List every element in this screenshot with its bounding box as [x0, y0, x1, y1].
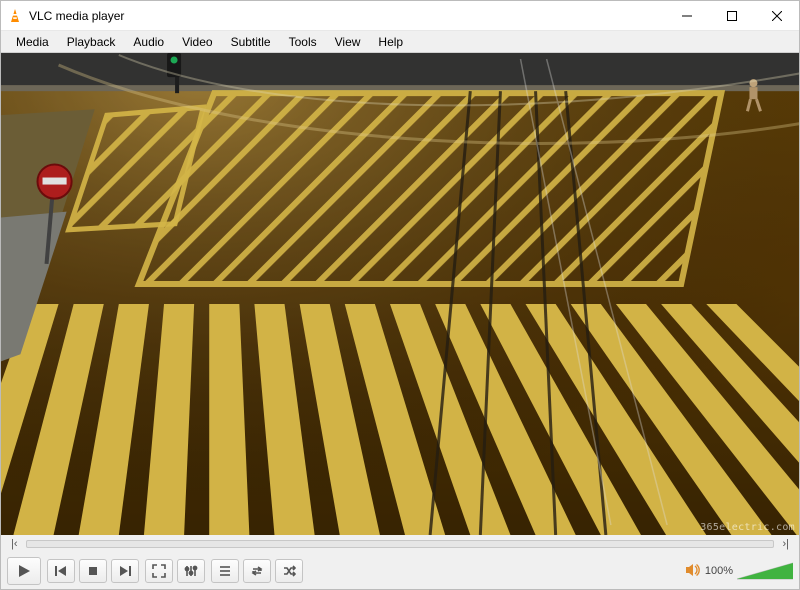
vlc-logo-icon [7, 8, 23, 24]
menu-help[interactable]: Help [369, 32, 412, 52]
close-button[interactable] [754, 1, 799, 30]
seek-end-marker[interactable]: ›| [780, 538, 791, 550]
view-group [145, 559, 205, 583]
menu-view[interactable]: View [326, 32, 370, 52]
menu-tools[interactable]: Tools [280, 32, 326, 52]
control-bar: 100% [1, 553, 799, 589]
volume-control: 100% [685, 562, 793, 580]
random-button[interactable] [275, 559, 303, 583]
menu-media[interactable]: Media [7, 32, 58, 52]
title-bar: VLC media player [1, 1, 799, 31]
volume-slider[interactable] [737, 562, 793, 580]
window-controls [664, 1, 799, 30]
window-title: VLC media player [29, 9, 664, 23]
watermark-text: 365electric.com [700, 522, 795, 533]
maximize-button[interactable] [709, 1, 754, 30]
previous-button[interactable] [47, 559, 75, 583]
stop-button[interactable] [79, 559, 107, 583]
menu-subtitle[interactable]: Subtitle [222, 32, 280, 52]
volume-percent: 100% [705, 565, 733, 577]
seek-slider[interactable] [26, 540, 775, 548]
speaker-icon[interactable] [685, 563, 701, 580]
play-button[interactable] [7, 557, 41, 585]
transport-group [47, 559, 139, 583]
seek-start-marker[interactable]: |‹ [9, 538, 20, 550]
menu-video[interactable]: Video [173, 32, 221, 52]
seek-bar-row: |‹ ›| [1, 535, 799, 553]
fullscreen-button[interactable] [145, 559, 173, 583]
loop-button[interactable] [243, 559, 271, 583]
playlist-group [211, 559, 303, 583]
extended-settings-button[interactable] [177, 559, 205, 583]
next-button[interactable] [111, 559, 139, 583]
minimize-button[interactable] [664, 1, 709, 30]
video-area[interactable]: 365electric.com [1, 53, 799, 535]
menu-playback[interactable]: Playback [58, 32, 125, 52]
menu-bar: Media Playback Audio Video Subtitle Tool… [1, 31, 799, 53]
playlist-button[interactable] [211, 559, 239, 583]
menu-audio[interactable]: Audio [124, 32, 173, 52]
